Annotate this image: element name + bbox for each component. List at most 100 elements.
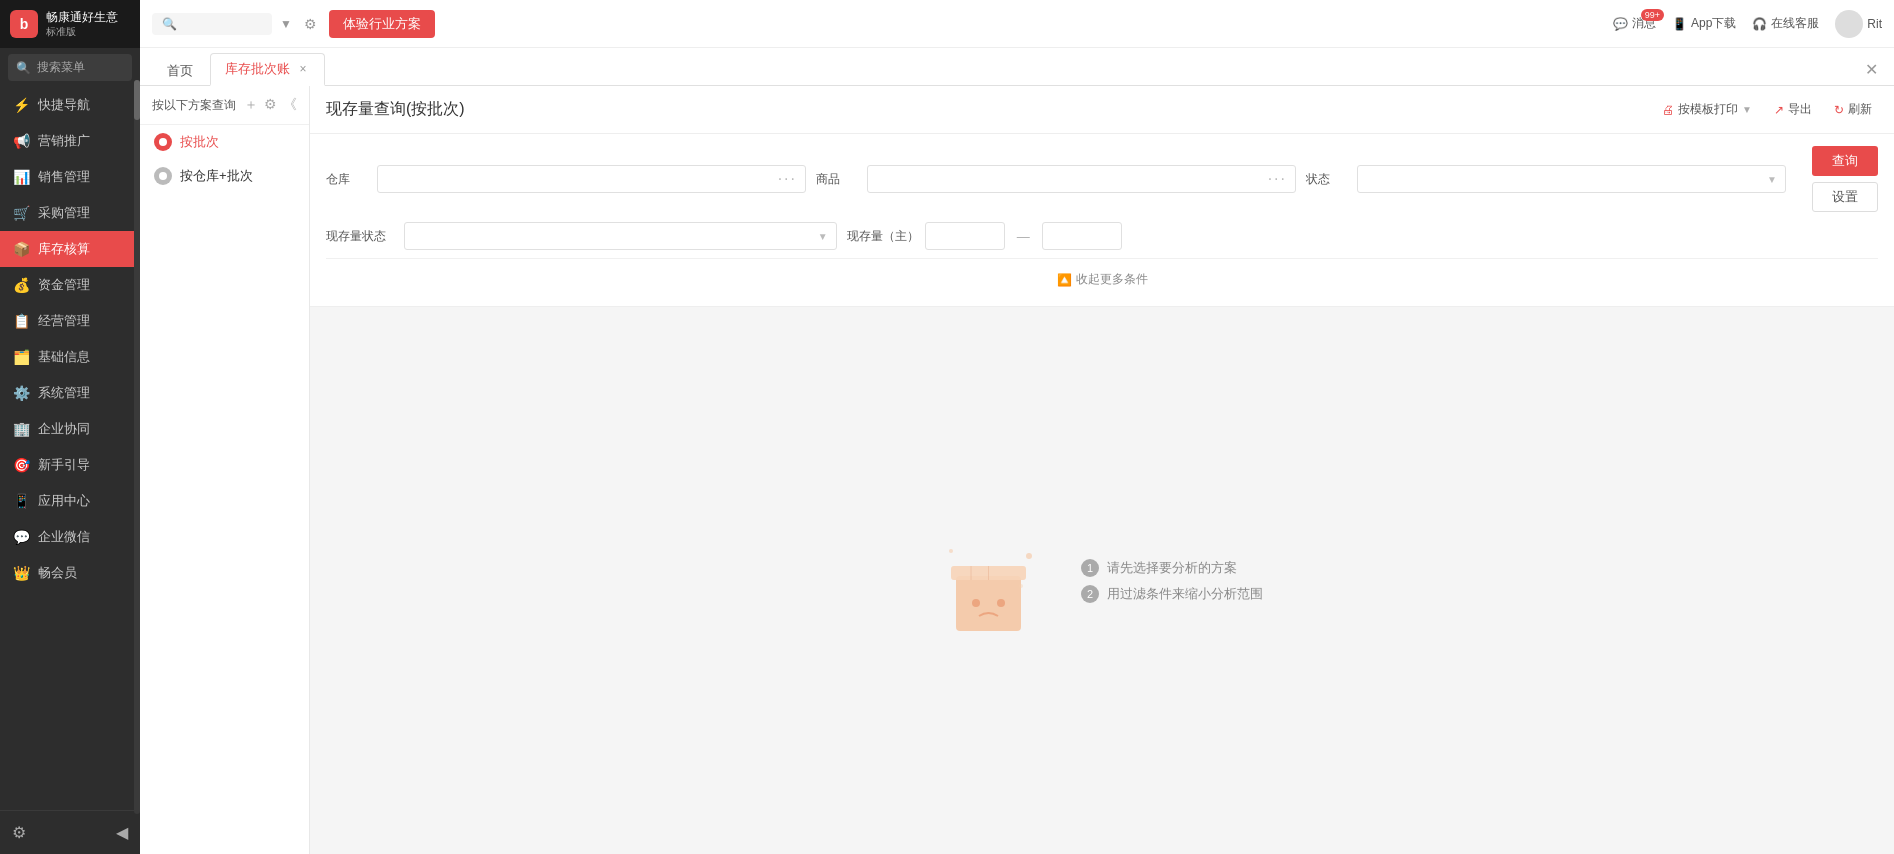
sidebar-item-wechat[interactable]: 💬 企业微信 bbox=[0, 519, 140, 555]
collapse-button[interactable]: 🔼 收起更多条件 bbox=[326, 265, 1878, 294]
filter-row-1: 仓库 ··· 商品 ··· bbox=[326, 146, 1878, 212]
warehouse-dots-icon: ··· bbox=[778, 170, 797, 188]
page-header: 现存量查询(按批次) 🖨 按模板打印 ▼ ↗ 导出 ↻ 刷新 bbox=[310, 86, 1894, 134]
main-area: 🔍 ▼ ⚙ 体验行业方案 💬 消息 99+ 📱 App下载 🎧 在线客服 Rit bbox=[140, 0, 1894, 854]
page-header-actions: 🖨 按模板打印 ▼ ↗ 导出 ↻ 刷新 bbox=[1656, 97, 1878, 122]
topbar-search-box[interactable]: 🔍 bbox=[152, 13, 272, 35]
empty-hint-1: 1 请先选择要分析的方案 bbox=[1081, 559, 1263, 577]
sidebar-footer: ⚙ ◀ bbox=[0, 810, 140, 854]
settings-button[interactable]: 设置 bbox=[1812, 182, 1878, 212]
topbar-search-icon: 🔍 bbox=[162, 17, 177, 31]
print-dropdown-icon: ▼ bbox=[1742, 104, 1752, 115]
tab-bar-close-button[interactable]: ✕ bbox=[1861, 60, 1882, 79]
page-title: 现存量查询(按批次) bbox=[326, 99, 465, 120]
collapse-up-icon: 🔼 bbox=[1057, 273, 1072, 287]
left-panel: 按以下方案查询 ＋ ⚙ 《 按批次 按仓库+批次 bbox=[140, 86, 310, 854]
goods-input[interactable]: ··· bbox=[867, 165, 1296, 193]
empty-hints: 1 请先选择要分析的方案 2 用过滤条件来缩小分析范围 bbox=[1081, 559, 1263, 603]
plan-item-by-batch[interactable]: 按批次 bbox=[140, 125, 309, 159]
sidebar-item-business[interactable]: 📋 经营管理 bbox=[0, 303, 140, 339]
app-brand: 畅康通好生意 标准版 bbox=[46, 10, 118, 39]
query-button[interactable]: 查询 bbox=[1812, 146, 1878, 176]
sidebar-item-purchase[interactable]: 🛒 采购管理 bbox=[0, 195, 140, 231]
svg-point-5 bbox=[997, 599, 1005, 607]
sidebar-item-marketing[interactable]: 📢 营销推广 bbox=[0, 123, 140, 159]
warehouse-input[interactable]: ··· bbox=[377, 165, 806, 193]
svg-point-0 bbox=[159, 138, 167, 146]
filter-area: 仓库 ··· 商品 ··· bbox=[310, 134, 1894, 307]
inventory-status-select[interactable]: ▼ bbox=[404, 222, 837, 250]
plan-item-by-warehouse-batch[interactable]: 按仓库+批次 bbox=[140, 159, 309, 193]
warehouse-filter: 仓库 ··· bbox=[326, 165, 806, 193]
tab-inventory-batch[interactable]: 库存批次账 × bbox=[210, 53, 325, 86]
enterprise-icon: 🏢 bbox=[12, 421, 30, 437]
newbie-icon: 🎯 bbox=[12, 457, 30, 473]
sidebar-item-app-center[interactable]: 📱 应用中心 bbox=[0, 483, 140, 519]
status-select[interactable]: ▼ bbox=[1357, 165, 1786, 193]
add-plan-icon[interactable]: ＋ bbox=[244, 96, 258, 114]
app-download-group[interactable]: 📱 App下载 bbox=[1672, 15, 1736, 32]
inventory-status-filter: 现存量状态 ▼ bbox=[326, 222, 837, 250]
query-buttons: 查询 设置 bbox=[1812, 146, 1878, 212]
search-icon: 🔍 bbox=[16, 61, 31, 75]
refresh-icon: ↻ bbox=[1834, 103, 1844, 117]
qty-max-input[interactable] bbox=[1042, 222, 1122, 250]
sidebar-header: b 畅康通好生意 标准版 bbox=[0, 0, 140, 48]
sidebar: b 畅康通好生意 标准版 🔍 搜索菜单 ⚡ 快捷导航 📢 营销推广 📊 销售管理… bbox=[0, 0, 140, 854]
collapse-icon[interactable]: ◀ bbox=[112, 819, 132, 846]
collapse-panel-icon[interactable]: 《 bbox=[283, 96, 297, 114]
export-icon: ↗ bbox=[1774, 103, 1784, 117]
plan-inactive-icon bbox=[154, 167, 172, 185]
wechat-icon: 💬 bbox=[12, 529, 30, 545]
goods-dots-icon: ··· bbox=[1268, 170, 1287, 188]
sidebar-item-basic[interactable]: 🗂️ 基础信息 bbox=[0, 339, 140, 375]
topbar: 🔍 ▼ ⚙ 体验行业方案 💬 消息 99+ 📱 App下载 🎧 在线客服 Rit bbox=[140, 0, 1894, 48]
sidebar-item-newbie[interactable]: 🎯 新手引导 bbox=[0, 447, 140, 483]
headset-icon: 🎧 bbox=[1752, 17, 1767, 31]
sidebar-scrollbar[interactable] bbox=[134, 80, 140, 814]
inventory-qty-filter: 现存量（主） — bbox=[847, 222, 1358, 250]
sidebar-item-sales[interactable]: 📊 销售管理 bbox=[0, 159, 140, 195]
svg-rect-2 bbox=[956, 576, 1021, 631]
system-icon: ⚙️ bbox=[12, 385, 30, 401]
print-icon: 🖨 bbox=[1662, 103, 1674, 117]
trial-button[interactable]: 体验行业方案 bbox=[329, 10, 435, 38]
topbar-chevron-icon[interactable]: ▼ bbox=[280, 17, 292, 31]
left-panel-header: 按以下方案查询 ＋ ⚙ 《 bbox=[140, 86, 309, 125]
topbar-gear-icon[interactable]: ⚙ bbox=[300, 12, 321, 36]
settings-icon[interactable]: ⚙ bbox=[8, 819, 30, 846]
empty-illustration bbox=[941, 531, 1041, 631]
tab-close-button[interactable]: × bbox=[296, 62, 310, 76]
status-down-icon: ▼ bbox=[1767, 174, 1777, 185]
sidebar-item-enterprise[interactable]: 🏢 企业协同 bbox=[0, 411, 140, 447]
empty-state: 1 请先选择要分析的方案 2 用过滤条件来缩小分析范围 bbox=[310, 307, 1894, 854]
user-group[interactable]: Rit bbox=[1835, 10, 1882, 38]
sidebar-item-inventory[interactable]: 📦 库存核算 bbox=[0, 231, 140, 267]
message-group[interactable]: 💬 消息 99+ bbox=[1613, 15, 1656, 32]
svg-point-4 bbox=[972, 599, 980, 607]
purchase-icon: 🛒 bbox=[12, 205, 30, 221]
basic-icon: 🗂️ bbox=[12, 349, 30, 365]
filter-row-2: 现存量状态 ▼ 现存量（主） — bbox=[326, 222, 1878, 250]
empty-hint-2: 2 用过滤条件来缩小分析范围 bbox=[1081, 585, 1263, 603]
sidebar-item-quick-nav[interactable]: ⚡ 快捷导航 bbox=[0, 87, 140, 123]
app-center-icon: 📱 bbox=[12, 493, 30, 509]
sidebar-scrollbar-thumb bbox=[134, 80, 140, 120]
print-action[interactable]: 🖨 按模板打印 ▼ bbox=[1656, 97, 1758, 122]
refresh-action[interactable]: ↻ 刷新 bbox=[1828, 97, 1878, 122]
goods-filter: 商品 ··· bbox=[816, 165, 1296, 193]
inventory-icon: 📦 bbox=[12, 241, 30, 257]
left-panel-icons: ＋ ⚙ 《 bbox=[244, 96, 297, 114]
settings-plan-icon[interactable]: ⚙ bbox=[264, 96, 277, 114]
content-area: 按以下方案查询 ＋ ⚙ 《 按批次 按仓库+批次 bbox=[140, 86, 1894, 854]
sidebar-item-finance[interactable]: 💰 资金管理 bbox=[0, 267, 140, 303]
sidebar-search[interactable]: 🔍 搜索菜单 bbox=[8, 54, 132, 81]
export-action[interactable]: ↗ 导出 bbox=[1768, 97, 1818, 122]
empty-svg bbox=[941, 531, 1041, 641]
sidebar-item-member[interactable]: 👑 畅会员 bbox=[0, 555, 140, 591]
tab-home[interactable]: 首页 bbox=[152, 55, 208, 86]
qty-min-input[interactable] bbox=[925, 222, 1005, 250]
sidebar-item-system[interactable]: ⚙️ 系统管理 bbox=[0, 375, 140, 411]
online-service-group[interactable]: 🎧 在线客服 bbox=[1752, 15, 1819, 32]
svg-point-1 bbox=[159, 172, 167, 180]
